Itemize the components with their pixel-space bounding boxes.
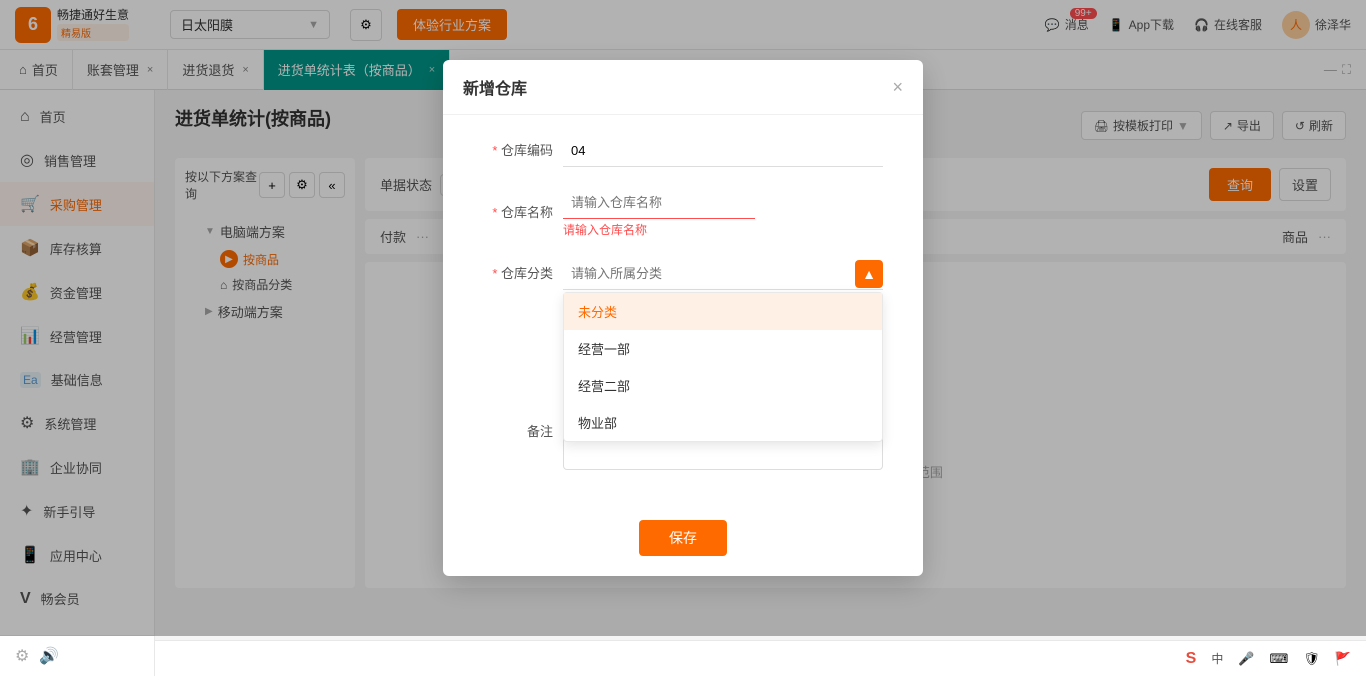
category-toggle-btn[interactable]: ▲ bbox=[855, 260, 883, 288]
name-error-msg: 请输入仓库名称 bbox=[563, 221, 755, 238]
modal-header: 新增仓库 × bbox=[443, 60, 923, 115]
code-input[interactable] bbox=[563, 135, 883, 167]
sidebar-bottom: ⚙ 🔊 bbox=[0, 635, 154, 676]
dropdown-item-none[interactable]: 未分类 bbox=[564, 293, 882, 330]
bottom-shield-icon: 🛡 bbox=[1303, 651, 1320, 667]
modal-close-btn[interactable]: × bbox=[892, 77, 903, 98]
bottom-mic-icon: 🎤 bbox=[1238, 651, 1254, 667]
bottom-keyboard-icon: ⌨ bbox=[1270, 651, 1289, 667]
category-input[interactable] bbox=[563, 266, 855, 281]
remark-label: 备注 bbox=[483, 410, 553, 448]
dropdown-item-dept1[interactable]: 经营一部 bbox=[564, 330, 882, 367]
category-dropdown: 未分类 经营一部 经营二部 物业部 bbox=[563, 292, 883, 442]
modal-footer: 保存 bbox=[443, 510, 923, 556]
category-wrapper: ▲ 未分类 经营一部 经营二部 物业部 bbox=[563, 258, 883, 290]
modal-body: 仓库编码 仓库名称 请输入仓库名称 仓库分类 bbox=[443, 115, 923, 510]
bottom-flag-icon: 🚩 bbox=[1335, 651, 1351, 667]
add-warehouse-modal: 新增仓库 × 仓库编码 仓库名称 请输入仓库名称 仓 bbox=[443, 60, 923, 576]
s-logo: S bbox=[1186, 650, 1197, 668]
category-label: 仓库分类 bbox=[483, 258, 553, 290]
bottom-cn-label: 中 bbox=[1211, 650, 1223, 667]
code-label: 仓库编码 bbox=[483, 135, 553, 167]
dropdown-item-dept3[interactable]: 物业部 bbox=[564, 404, 882, 441]
category-input-row: ▲ bbox=[563, 258, 883, 290]
sidebar-settings-icon[interactable]: ⚙ bbox=[15, 646, 29, 666]
dropdown-item-dept2[interactable]: 经营二部 bbox=[564, 367, 882, 404]
category-row: 仓库分类 ▲ 未分类 经营一部 经营二部 物业部 bbox=[483, 258, 883, 290]
code-row: 仓库编码 bbox=[483, 135, 883, 167]
modal-overlay: 新增仓库 × 仓库编码 仓库名称 请输入仓库名称 仓 bbox=[0, 0, 1366, 636]
sidebar-audio-icon[interactable]: 🔊 bbox=[39, 646, 59, 666]
name-label: 仓库名称 bbox=[483, 197, 553, 229]
name-row: 仓库名称 请输入仓库名称 bbox=[483, 187, 883, 238]
bottom-bar: S 中 🎤 ⌨ 🛡 🚩 bbox=[155, 640, 1366, 676]
name-input[interactable] bbox=[563, 187, 755, 219]
save-btn[interactable]: 保存 bbox=[639, 520, 727, 556]
modal-title: 新增仓库 bbox=[463, 75, 527, 99]
